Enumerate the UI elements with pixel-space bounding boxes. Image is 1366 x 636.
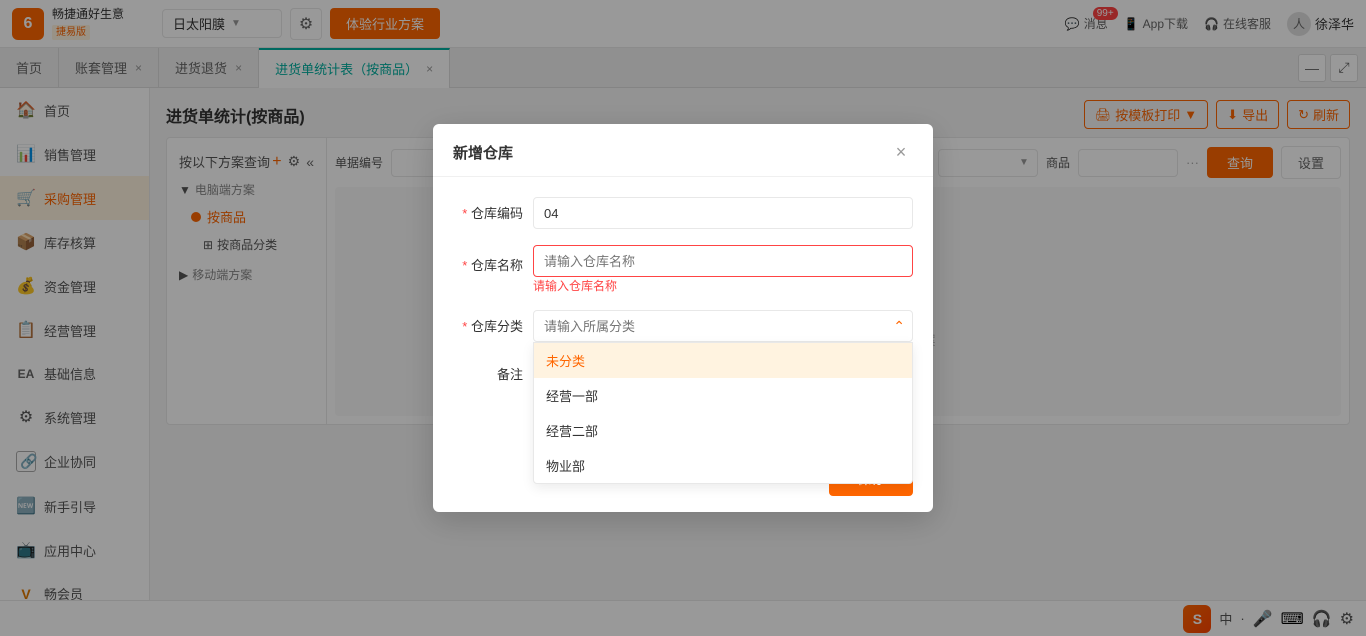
category-dropdown: 未分类 经营一部 经营二部 物业部 [533,342,913,484]
notes-label-text: 备注 [497,367,523,382]
warehouse-name-input[interactable] [533,245,913,277]
modal-close-button[interactable]: × [889,140,913,164]
warehouse-category-select-wrap: ⌃ 未分类 经营一部 经营二部 物业部 [533,310,913,342]
dropdown-item-dept1[interactable]: 经营一部 [534,378,912,413]
modal-overlay: 新增仓库 × * 仓库编码 * 仓库名称 [0,0,1366,636]
warehouse-name-input-row: * 仓库名称 [453,245,913,277]
add-warehouse-modal: 新增仓库 × * 仓库编码 * 仓库名称 [433,124,933,512]
warehouse-code-label: * 仓库编码 [453,197,533,222]
warehouse-category-input[interactable] [533,310,913,342]
warehouse-code-row: * 仓库编码 [453,197,913,229]
required-star-name: * [462,258,467,273]
modal-body: * 仓库编码 * 仓库名称 请输入仓库名称 [433,177,933,454]
warehouse-category-label: * 仓库分类 [453,310,533,335]
warehouse-name-label-text: 仓库名称 [471,258,523,273]
modal-title: 新增仓库 [453,142,513,163]
warehouse-code-label-text: 仓库编码 [471,206,523,221]
warehouse-name-error: 请输入仓库名称 [533,279,617,293]
dropdown-item-dept2[interactable]: 经营二部 [534,413,912,448]
warehouse-code-input[interactable] [533,197,913,229]
warehouse-name-row: * 仓库名称 请输入仓库名称 [453,245,913,294]
required-star-category: * [462,319,467,334]
modal-header: 新增仓库 × [433,124,933,177]
notes-label: 备注 [453,358,533,383]
warehouse-category-label-text: 仓库分类 [471,319,523,334]
warehouse-name-error-wrap: 请输入仓库名称 [533,277,617,294]
dropdown-item-property[interactable]: 物业部 [534,448,912,483]
warehouse-name-label: * 仓库名称 [453,249,533,274]
dropdown-item-uncategorized[interactable]: 未分类 [534,343,912,378]
warehouse-category-row: * 仓库分类 ⌃ 未分类 经营一部 经营二部 物业部 [453,310,913,342]
required-star-code: * [462,206,467,221]
category-select-arrow-icon[interactable]: ⌃ [893,318,905,335]
